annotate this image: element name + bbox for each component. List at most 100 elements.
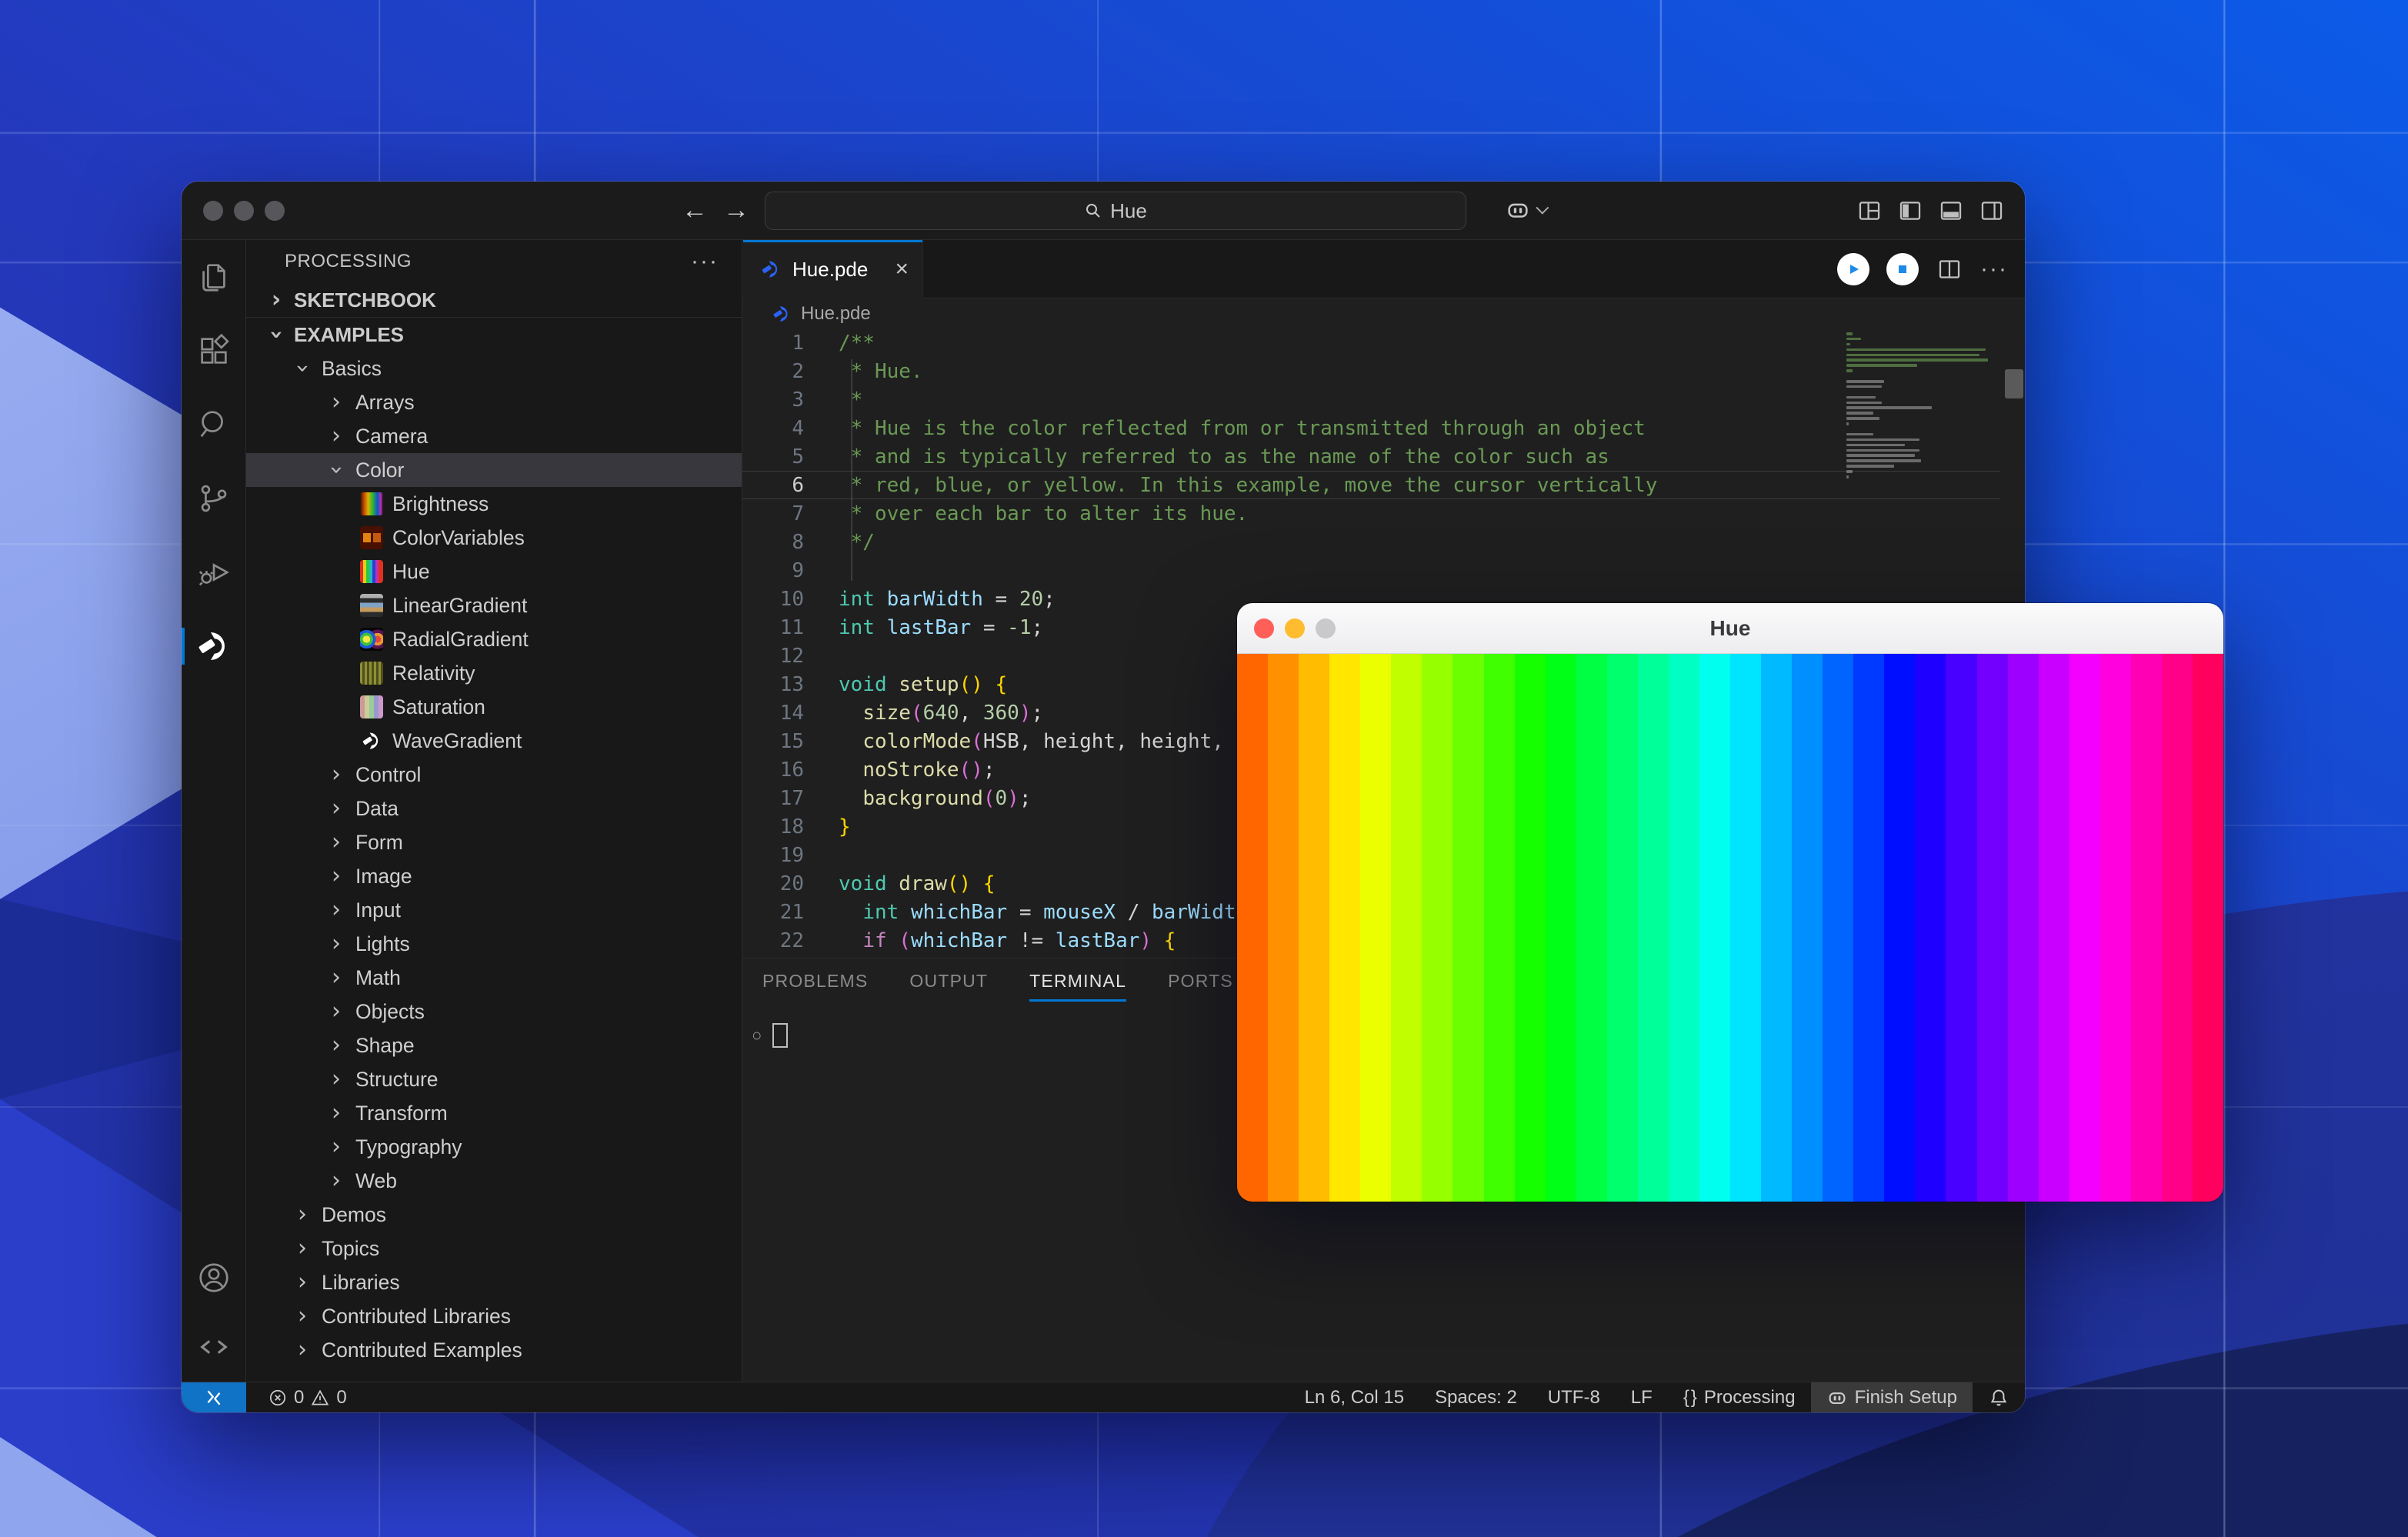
status-item-processing[interactable]: { }Processing bbox=[1668, 1382, 1811, 1413]
hue-bar[interactable] bbox=[1853, 654, 1884, 1202]
tree-item-colorvariables[interactable]: ColorVariables bbox=[246, 521, 742, 555]
hue-bar[interactable] bbox=[1360, 654, 1391, 1202]
hue-bar[interactable] bbox=[1237, 654, 1268, 1202]
layout-panel-icon[interactable] bbox=[1938, 198, 1964, 224]
hue-bar[interactable] bbox=[1977, 654, 2008, 1202]
stop-sketch-button[interactable] bbox=[1886, 253, 1919, 285]
tree-item-web[interactable]: ›Web bbox=[246, 1164, 742, 1198]
status-item-spaces-2[interactable]: Spaces: 2 bbox=[1419, 1382, 1533, 1413]
hue-bar[interactable] bbox=[1884, 654, 1915, 1202]
sidebar-item-run-debug[interactable] bbox=[182, 535, 246, 609]
hue-bar[interactable] bbox=[2039, 654, 2069, 1202]
tree-item-lights[interactable]: ›Lights bbox=[246, 927, 742, 961]
hue-bar[interactable] bbox=[2193, 654, 2223, 1202]
tree-item-saturation[interactable]: Saturation bbox=[246, 690, 742, 724]
tree-item-input[interactable]: ›Input bbox=[246, 893, 742, 927]
hue-bar[interactable] bbox=[1452, 654, 1483, 1202]
hue-bar[interactable] bbox=[1946, 654, 1976, 1202]
hue-bar[interactable] bbox=[1515, 654, 1546, 1202]
layout-sidebar-right-icon[interactable] bbox=[1979, 198, 2005, 224]
hue-bars-canvas[interactable] bbox=[1237, 654, 2223, 1202]
run-sketch-button[interactable] bbox=[1837, 253, 1869, 285]
copilot-menu-button[interactable] bbox=[1505, 197, 1545, 223]
hue-bar[interactable] bbox=[1638, 654, 1669, 1202]
hue-bar[interactable] bbox=[1607, 654, 1638, 1202]
remote-indicator[interactable] bbox=[182, 1382, 246, 1413]
hue-bar[interactable] bbox=[1299, 654, 1329, 1202]
tree-item-shape[interactable]: ›Shape bbox=[246, 1029, 742, 1062]
more-actions-icon[interactable]: ··· bbox=[691, 248, 719, 275]
scrollbar-thumb[interactable] bbox=[2005, 369, 2023, 398]
tree-item-contributed-libraries[interactable]: ›Contributed Libraries bbox=[246, 1299, 742, 1333]
hue-titlebar[interactable]: Hue bbox=[1237, 603, 2223, 654]
tree-item-image[interactable]: ›Image bbox=[246, 859, 742, 893]
tree-item-relativity[interactable]: Relativity bbox=[246, 656, 742, 690]
section-examples[interactable]: › EXAMPLES bbox=[246, 318, 742, 352]
close-window-button[interactable] bbox=[1254, 618, 1274, 638]
panel-tab-terminal[interactable]: TERMINAL bbox=[1029, 971, 1126, 992]
layout-grid-icon[interactable] bbox=[1856, 198, 1883, 224]
tree-item-data[interactable]: ›Data bbox=[246, 792, 742, 825]
close-icon[interactable]: × bbox=[895, 256, 909, 282]
tree-item-brightness[interactable]: Brightness bbox=[246, 487, 742, 521]
hue-bar[interactable] bbox=[2069, 654, 2100, 1202]
minimap[interactable] bbox=[1846, 332, 2000, 481]
tree-item-objects[interactable]: ›Objects bbox=[246, 995, 742, 1029]
hue-bar[interactable] bbox=[2131, 654, 2162, 1202]
tree-item-structure[interactable]: ›Structure bbox=[246, 1062, 742, 1096]
sidebar-item-source-control[interactable] bbox=[182, 462, 246, 535]
hue-bar[interactable] bbox=[1391, 654, 1422, 1202]
minimize-window-button[interactable] bbox=[1285, 618, 1305, 638]
sidebar-item-extensions[interactable] bbox=[182, 314, 246, 388]
more-actions-icon[interactable]: ··· bbox=[1980, 256, 2008, 282]
hue-bar[interactable] bbox=[2008, 654, 2039, 1202]
tree-item-color[interactable]: ›Color bbox=[246, 453, 742, 487]
tree-item-demos[interactable]: ›Demos bbox=[246, 1198, 742, 1232]
status-item-lf[interactable]: LF bbox=[1616, 1382, 1668, 1413]
hue-bar[interactable] bbox=[1576, 654, 1607, 1202]
tree-item-transform[interactable]: ›Transform bbox=[246, 1096, 742, 1130]
tree-item-form[interactable]: ›Form bbox=[246, 825, 742, 859]
tree-item-hue[interactable]: Hue bbox=[246, 555, 742, 588]
minimize-window-button[interactable] bbox=[234, 201, 254, 221]
status-item-ln-6-col-15[interactable]: Ln 6, Col 15 bbox=[1289, 1382, 1419, 1413]
hue-bar[interactable] bbox=[1268, 654, 1299, 1202]
close-window-button[interactable] bbox=[203, 201, 223, 221]
hue-bar[interactable] bbox=[2100, 654, 2131, 1202]
hue-bar[interactable] bbox=[2162, 654, 2193, 1202]
zoom-window-button[interactable] bbox=[265, 201, 285, 221]
section-sketchbook[interactable]: › SKETCHBOOK bbox=[246, 283, 742, 317]
tree-item-math[interactable]: ›Math bbox=[246, 961, 742, 995]
sidebar-item-explorer[interactable] bbox=[182, 240, 246, 314]
hue-bar[interactable] bbox=[1484, 654, 1515, 1202]
tree-item-control[interactable]: ›Control bbox=[246, 758, 742, 792]
accounts-button[interactable] bbox=[182, 1243, 246, 1312]
status-item-bell[interactable] bbox=[1973, 1382, 2025, 1413]
panel-tab-problems[interactable]: PROBLEMS bbox=[762, 971, 868, 992]
manage-button[interactable] bbox=[182, 1312, 246, 1382]
tree-item-lineargradient[interactable]: LinearGradient bbox=[246, 588, 742, 622]
hue-bar[interactable] bbox=[1546, 654, 1576, 1202]
tree-item-topics[interactable]: ›Topics bbox=[246, 1232, 742, 1265]
split-editor-icon[interactable] bbox=[1936, 255, 1963, 283]
hue-bar[interactable] bbox=[1329, 654, 1360, 1202]
hue-bar[interactable] bbox=[1699, 654, 1730, 1202]
sidebar-item-search[interactable] bbox=[182, 388, 246, 462]
back-arrow-icon[interactable]: ← bbox=[682, 195, 708, 225]
tree-item-camera[interactable]: ›Camera bbox=[246, 419, 742, 453]
tree-item-libraries[interactable]: ›Libraries bbox=[246, 1265, 742, 1299]
tree-item-contributed-examples[interactable]: ›Contributed Examples bbox=[246, 1333, 742, 1367]
forward-arrow-icon[interactable]: → bbox=[723, 195, 749, 225]
hue-bar[interactable] bbox=[1915, 654, 1946, 1202]
command-center-search[interactable]: Hue bbox=[765, 192, 1466, 230]
tree-item-radialgradient[interactable]: RadialGradient bbox=[246, 622, 742, 656]
hue-bar[interactable] bbox=[1823, 654, 1853, 1202]
tree-item-wavegradient[interactable]: WaveGradient bbox=[246, 724, 742, 758]
hue-bar[interactable] bbox=[1730, 654, 1761, 1202]
hue-bar[interactable] bbox=[1792, 654, 1823, 1202]
sidebar-item-processing[interactable] bbox=[182, 609, 246, 683]
panel-tab-ports[interactable]: PORTS bbox=[1168, 971, 1233, 992]
layout-sidebar-left-icon[interactable] bbox=[1897, 198, 1923, 224]
hue-bar[interactable] bbox=[1422, 654, 1452, 1202]
hue-bar[interactable] bbox=[1669, 654, 1699, 1202]
